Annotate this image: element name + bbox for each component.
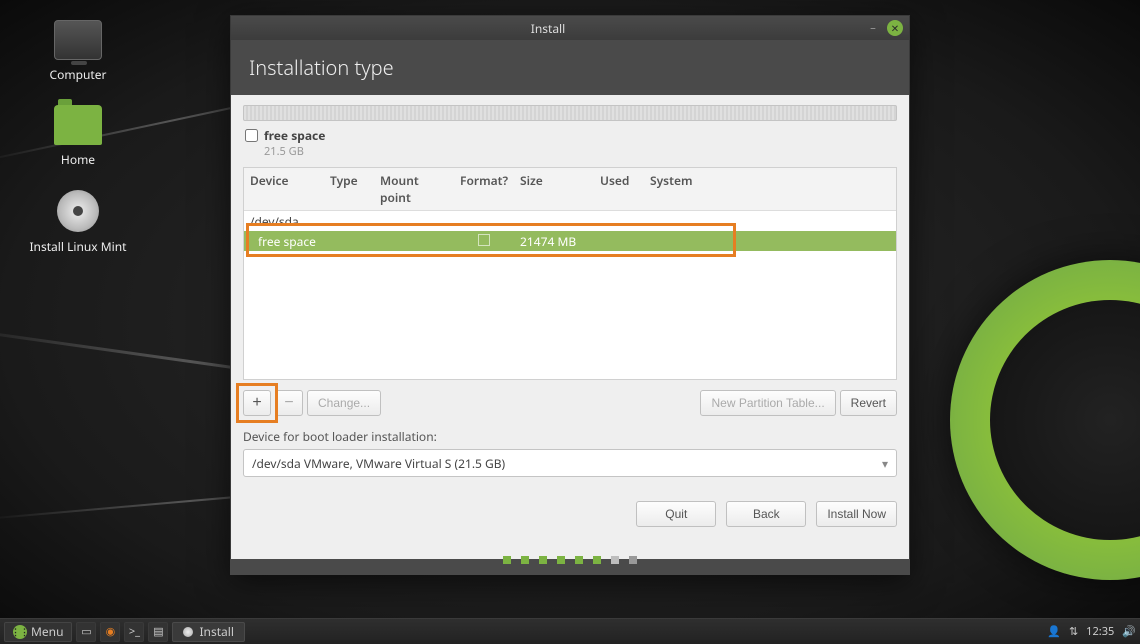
install-window: Install − ✕ Installation type free space… bbox=[230, 15, 910, 575]
bootloader-select[interactable]: /dev/sda VMware, VMware Virtual S (21.5 … bbox=[243, 449, 897, 477]
add-partition-button[interactable]: + bbox=[243, 390, 271, 416]
wallpaper-mint-logo bbox=[950, 260, 1140, 580]
col-used[interactable]: Used bbox=[594, 168, 644, 210]
desktop-icon-label: Computer bbox=[28, 66, 128, 83]
firefox-launcher[interactable]: ◉ bbox=[100, 622, 120, 642]
table-row-selected[interactable]: free space 21474 MB bbox=[244, 231, 896, 251]
col-type[interactable]: Type bbox=[324, 168, 374, 210]
chevron-down-icon: ▾ bbox=[882, 455, 888, 472]
quit-button[interactable]: Quit bbox=[636, 501, 716, 527]
col-device[interactable]: Device bbox=[244, 168, 324, 210]
disc-icon bbox=[57, 190, 99, 232]
install-now-button[interactable]: Install Now bbox=[816, 501, 897, 527]
bootloader-value: /dev/sda VMware, VMware Virtual S (21.5 … bbox=[252, 455, 505, 472]
disk-usage-bar bbox=[243, 105, 897, 121]
files-launcher[interactable]: ▤ bbox=[148, 622, 168, 642]
minimize-button[interactable]: − bbox=[865, 20, 881, 36]
menu-button[interactable]: ⋮⋮ Menu bbox=[4, 622, 72, 642]
partition-table: Device Type Mount point Format? Size Use… bbox=[243, 167, 897, 380]
folder-icon bbox=[54, 105, 102, 145]
disk-free-checkbox[interactable] bbox=[245, 129, 258, 142]
partition-header: Device Type Mount point Format? Size Use… bbox=[244, 168, 896, 211]
col-mount[interactable]: Mount point bbox=[374, 168, 454, 210]
taskbar-app-install[interactable]: Install bbox=[172, 622, 245, 642]
desktop-icon-computer[interactable]: Computer bbox=[28, 20, 128, 83]
terminal-launcher[interactable]: >_ bbox=[124, 622, 144, 642]
progress-indicator bbox=[231, 556, 909, 564]
disk-free-title: free space bbox=[264, 127, 325, 144]
volume-icon[interactable]: 🔊 bbox=[1122, 624, 1136, 639]
clock[interactable]: 12:35 bbox=[1086, 624, 1114, 639]
desktop-icon-home[interactable]: Home bbox=[28, 105, 128, 168]
cell-device: free space bbox=[244, 229, 324, 254]
taskbar-app-label: Install bbox=[199, 623, 234, 640]
disk-free-size: 21.5 GB bbox=[264, 144, 325, 159]
cell-size: 21474 MB bbox=[514, 229, 594, 254]
user-icon[interactable]: 👤 bbox=[1047, 624, 1061, 639]
format-checkbox-icon bbox=[478, 234, 490, 246]
close-button[interactable]: ✕ bbox=[887, 20, 903, 36]
desktop-icon-label: Home bbox=[28, 151, 128, 168]
app-icon bbox=[183, 627, 193, 637]
close-icon: ✕ bbox=[891, 21, 899, 35]
computer-icon bbox=[54, 20, 102, 60]
bootloader-label: Device for boot loader installation: bbox=[243, 428, 897, 445]
taskbar: ⋮⋮ Menu ▭ ◉ >_ ▤ Install 👤 ⇅ 12:35 🔊 bbox=[0, 618, 1140, 644]
network-icon[interactable]: ⇅ bbox=[1069, 624, 1078, 639]
page-title: Installation type bbox=[231, 40, 909, 95]
desktop-icon-install[interactable]: Install Linux Mint bbox=[28, 190, 128, 255]
back-button[interactable]: Back bbox=[726, 501, 806, 527]
desktop-icon-label: Install Linux Mint bbox=[28, 238, 128, 255]
menu-label: Menu bbox=[31, 623, 63, 640]
window-title: Install bbox=[237, 20, 859, 37]
change-partition-button[interactable]: Change... bbox=[307, 390, 381, 416]
titlebar[interactable]: Install − ✕ bbox=[231, 16, 909, 40]
revert-button[interactable]: Revert bbox=[840, 390, 897, 416]
new-partition-table-button[interactable]: New Partition Table... bbox=[700, 390, 835, 416]
show-desktop-button[interactable]: ▭ bbox=[76, 622, 96, 642]
col-system[interactable]: System bbox=[644, 168, 896, 210]
mint-logo-icon: ⋮⋮ bbox=[13, 625, 27, 639]
remove-partition-button[interactable]: − bbox=[275, 390, 303, 416]
col-size[interactable]: Size bbox=[514, 168, 594, 210]
col-format[interactable]: Format? bbox=[454, 168, 514, 210]
